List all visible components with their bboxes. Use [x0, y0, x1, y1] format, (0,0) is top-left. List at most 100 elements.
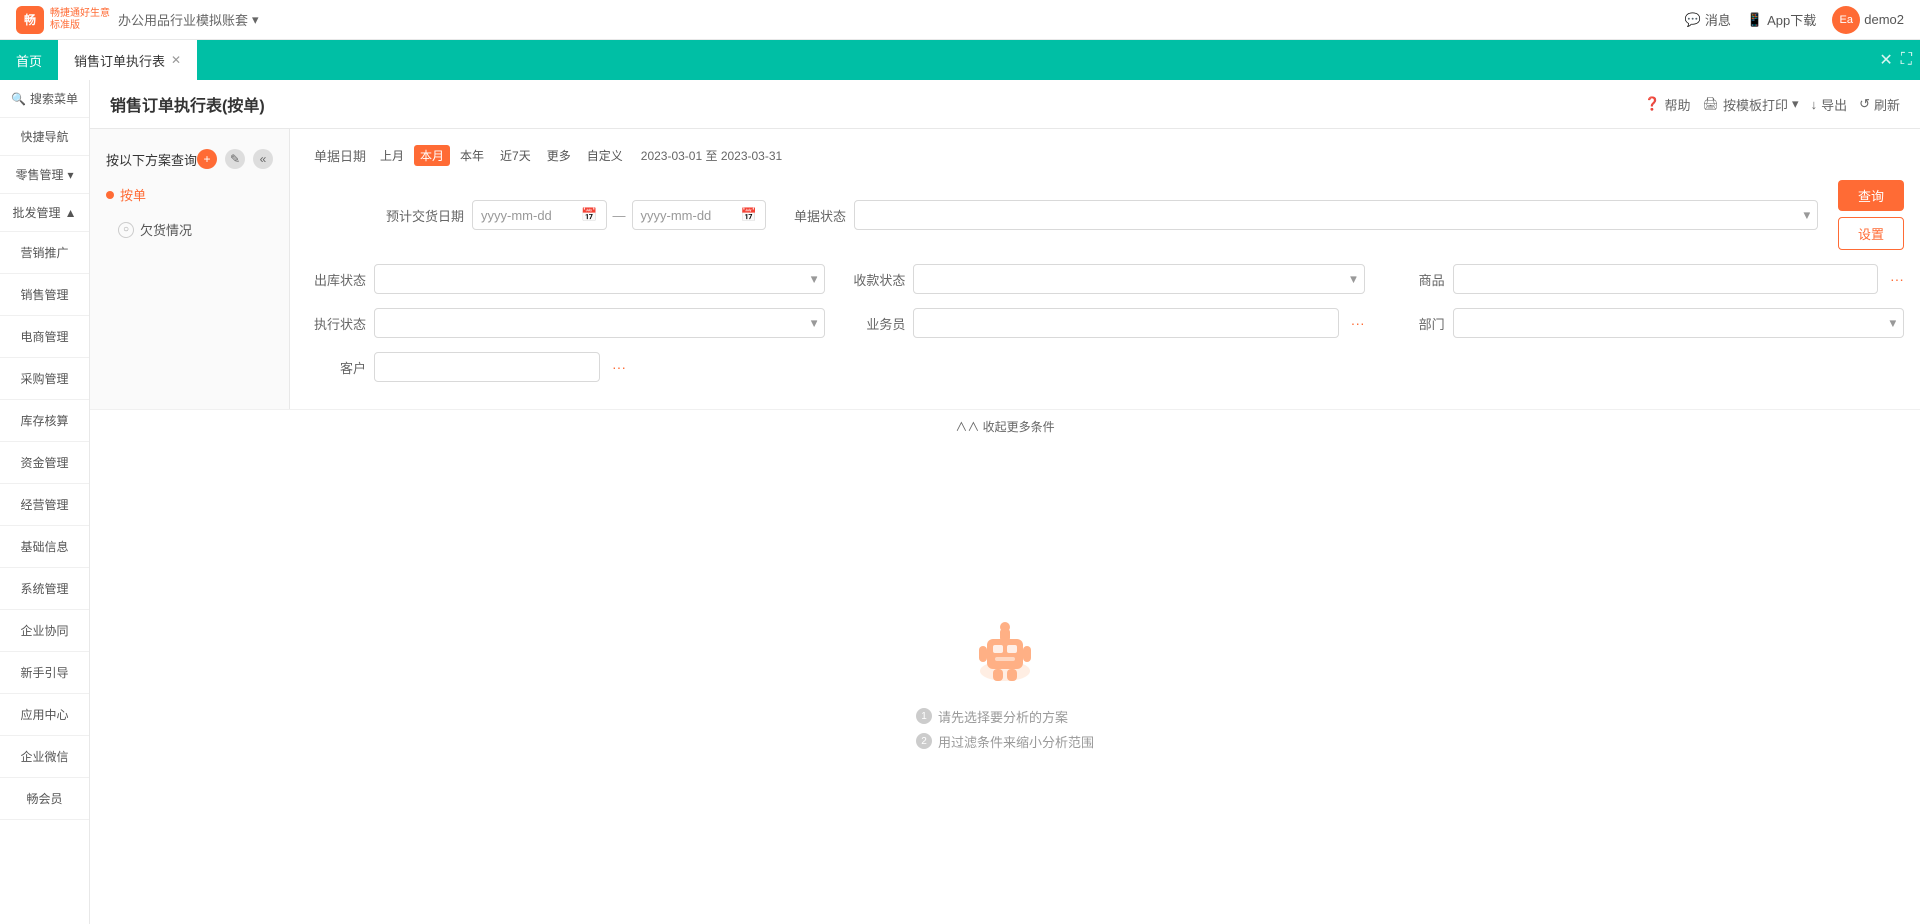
status-select-wrapper: ▾ — [854, 200, 1818, 230]
help-button[interactable]: ❓ 帮助 — [1644, 95, 1690, 114]
solution-panel: 按以下方案查询 + ✎ « 按单 ○ 欠货情况 — [90, 129, 290, 409]
goods-label: 商品 — [1385, 270, 1445, 289]
date-preset-this-month[interactable]: 本月 — [414, 145, 450, 166]
edit-solution-button[interactable]: ✎ — [225, 149, 245, 169]
breadcrumb-area[interactable]: 办公用品行业模拟账套 ▾ — [118, 10, 259, 29]
settings-button[interactable]: 设置 — [1838, 217, 1904, 250]
tab-home-label: 首页 — [16, 51, 42, 70]
goods-more-icon[interactable]: ··· — [1890, 271, 1904, 287]
sidebar-search[interactable]: 🔍 搜索菜单 — [0, 80, 89, 118]
sidebar-operations-label: 经营管理 — [20, 498, 68, 512]
refresh-icon: ↺ — [1859, 96, 1870, 112]
solution-by-order-label: 按单 — [120, 185, 146, 204]
mobile-icon: 📱 — [1747, 12, 1763, 28]
sidebar-retail-label: 零售管理 — [15, 166, 63, 183]
tab-expand-button[interactable]: ⛶ — [1901, 51, 1912, 69]
chevron-up-icon: ▲ — [65, 206, 77, 220]
top-bar-right: 💬 消息 📱 App下载 Ea demo2 — [1685, 6, 1904, 34]
exec-label: 执行状态 — [306, 314, 366, 333]
date-label: 单据日期 — [306, 146, 366, 165]
salesperson-input[interactable] — [913, 308, 1338, 338]
solution-item-by-order[interactable]: 按单 — [90, 177, 289, 212]
empty-content: 1 请先选择要分析的方案 2 用过滤条件来缩小分析范围 — [916, 611, 1094, 757]
sidebar-wholesale-label: 批发管理 — [13, 204, 61, 221]
date-preset-more[interactable]: 更多 — [541, 145, 577, 166]
tab-close-all-button[interactable]: ✕ — [1879, 50, 1892, 70]
expected-date-field: 预计交货日期 yyyy-mm-dd 📅 — yyyy-mm-dd 📅 — [386, 200, 766, 230]
empty-illustration — [965, 611, 1045, 691]
sidebar-finance-label: 资金管理 — [20, 456, 68, 470]
logo-area: 畅 畅捷通好生意 标准版 — [16, 6, 110, 34]
collapse-solution-button[interactable]: « — [253, 149, 273, 169]
export-icon: ↓ — [1811, 97, 1818, 112]
message-button[interactable]: 💬 消息 — [1685, 10, 1731, 29]
solution-item-debt[interactable]: ○ 欠货情况 — [90, 212, 289, 247]
sidebar-item-system[interactable]: 系统管理 — [0, 568, 89, 610]
status-label: 单据状态 — [786, 206, 846, 225]
date-preset-custom[interactable]: 自定义 — [581, 145, 629, 166]
exec-select[interactable] — [374, 308, 825, 338]
goods-input[interactable] — [1453, 264, 1878, 294]
dept-label: 部门 — [1385, 314, 1445, 333]
collapse-label: 收起更多条件 — [983, 420, 1055, 434]
sidebar-item-wholesale[interactable]: 批发管理 ▲ — [0, 194, 89, 232]
sidebar-item-retail[interactable]: 零售管理 ▾ — [0, 156, 89, 194]
refresh-label: 刷新 — [1874, 95, 1900, 114]
sidebar-item-finance[interactable]: 资金管理 — [0, 442, 89, 484]
user-profile[interactable]: Ea demo2 — [1832, 6, 1904, 34]
tab-sales-order[interactable]: 销售订单执行表 ✕ — [58, 40, 197, 80]
search-button[interactable]: 查询 — [1838, 180, 1904, 211]
sidebar-item-quick-nav[interactable]: 快捷导航 — [0, 118, 89, 156]
export-button[interactable]: ↓ 导出 — [1811, 95, 1848, 114]
status-field: 单据状态 ▾ — [786, 200, 1818, 230]
sidebar-system-label: 系统管理 — [20, 582, 68, 596]
tab-home[interactable]: 首页 — [0, 40, 58, 80]
tab-close-icon[interactable]: ✕ — [171, 53, 181, 67]
salesperson-field: 业务员 ··· — [845, 308, 1364, 338]
sidebar-search-label: 搜索菜单 — [30, 90, 78, 107]
date-preset-last-month[interactable]: 上月 — [374, 145, 410, 166]
sidebar-item-inventory[interactable]: 库存核算 — [0, 400, 89, 442]
refresh-button[interactable]: ↺ 刷新 — [1859, 95, 1900, 114]
help-icon: ❓ — [1644, 96, 1660, 112]
dept-select[interactable] — [1453, 308, 1904, 338]
sidebar-item-member[interactable]: 畅会员 — [0, 778, 89, 820]
solution-actions: + ✎ « — [197, 149, 273, 169]
payment-select[interactable] — [913, 264, 1364, 294]
hint-text-1: 请先选择要分析的方案 — [938, 707, 1068, 726]
filter-panel: 按以下方案查询 + ✎ « 按单 ○ 欠货情况 — [90, 129, 1920, 443]
sidebar-item-newbie[interactable]: 新手引导 — [0, 652, 89, 694]
sidebar-item-purchase[interactable]: 采购管理 — [0, 358, 89, 400]
date-preset-7days[interactable]: 近7天 — [494, 145, 537, 166]
status-select[interactable] — [854, 200, 1818, 230]
date-preset-this-year[interactable]: 本年 — [454, 145, 490, 166]
sidebar-item-enterprise[interactable]: 企业协同 — [0, 610, 89, 652]
empty-svg-icon — [965, 611, 1045, 691]
calendar-icon: 📅 — [581, 207, 597, 223]
date-from-input[interactable]: yyyy-mm-dd 📅 — [472, 200, 607, 230]
date-to-input[interactable]: yyyy-mm-dd 📅 — [632, 200, 767, 230]
avatar: Ea — [1832, 6, 1860, 34]
collapse-bar[interactable]: ∧∧ 收起更多条件 — [90, 409, 1920, 443]
hint-num-1: 1 — [916, 708, 932, 724]
sidebar-item-apps[interactable]: 应用中心 — [0, 694, 89, 736]
sidebar-item-wechat[interactable]: 企业微信 — [0, 736, 89, 778]
logo-icon: 畅 — [16, 6, 44, 34]
sidebar-item-ecommerce[interactable]: 电商管理 — [0, 316, 89, 358]
date-presets: 上月 本月 本年 近7天 更多 自定义 — [374, 145, 629, 166]
add-solution-button[interactable]: + — [197, 149, 217, 169]
solution-debt-label: 欠货情况 — [140, 220, 192, 239]
empty-state: 1 请先选择要分析的方案 2 用过滤条件来缩小分析范围 — [90, 443, 1920, 924]
sidebar-item-marketing[interactable]: 营销推广 — [0, 232, 89, 274]
customer-more-icon[interactable]: ··· — [612, 359, 626, 375]
customer-input[interactable] — [374, 352, 600, 382]
app-download-button[interactable]: 📱 App下载 — [1747, 10, 1816, 29]
date-separator: — — [613, 208, 626, 223]
sidebar-item-basics[interactable]: 基础信息 — [0, 526, 89, 568]
delivery-select[interactable] — [374, 264, 825, 294]
sidebar-item-sales[interactable]: 销售管理 — [0, 274, 89, 316]
print-button[interactable]: 🖨 按模板打印 ▾ — [1703, 95, 1799, 114]
top-bar: 畅 畅捷通好生意 标准版 办公用品行业模拟账套 ▾ 💬 消息 📱 App下载 E… — [0, 0, 1920, 40]
salesperson-more-icon[interactable]: ··· — [1351, 315, 1365, 331]
sidebar-item-operations[interactable]: 经营管理 — [0, 484, 89, 526]
